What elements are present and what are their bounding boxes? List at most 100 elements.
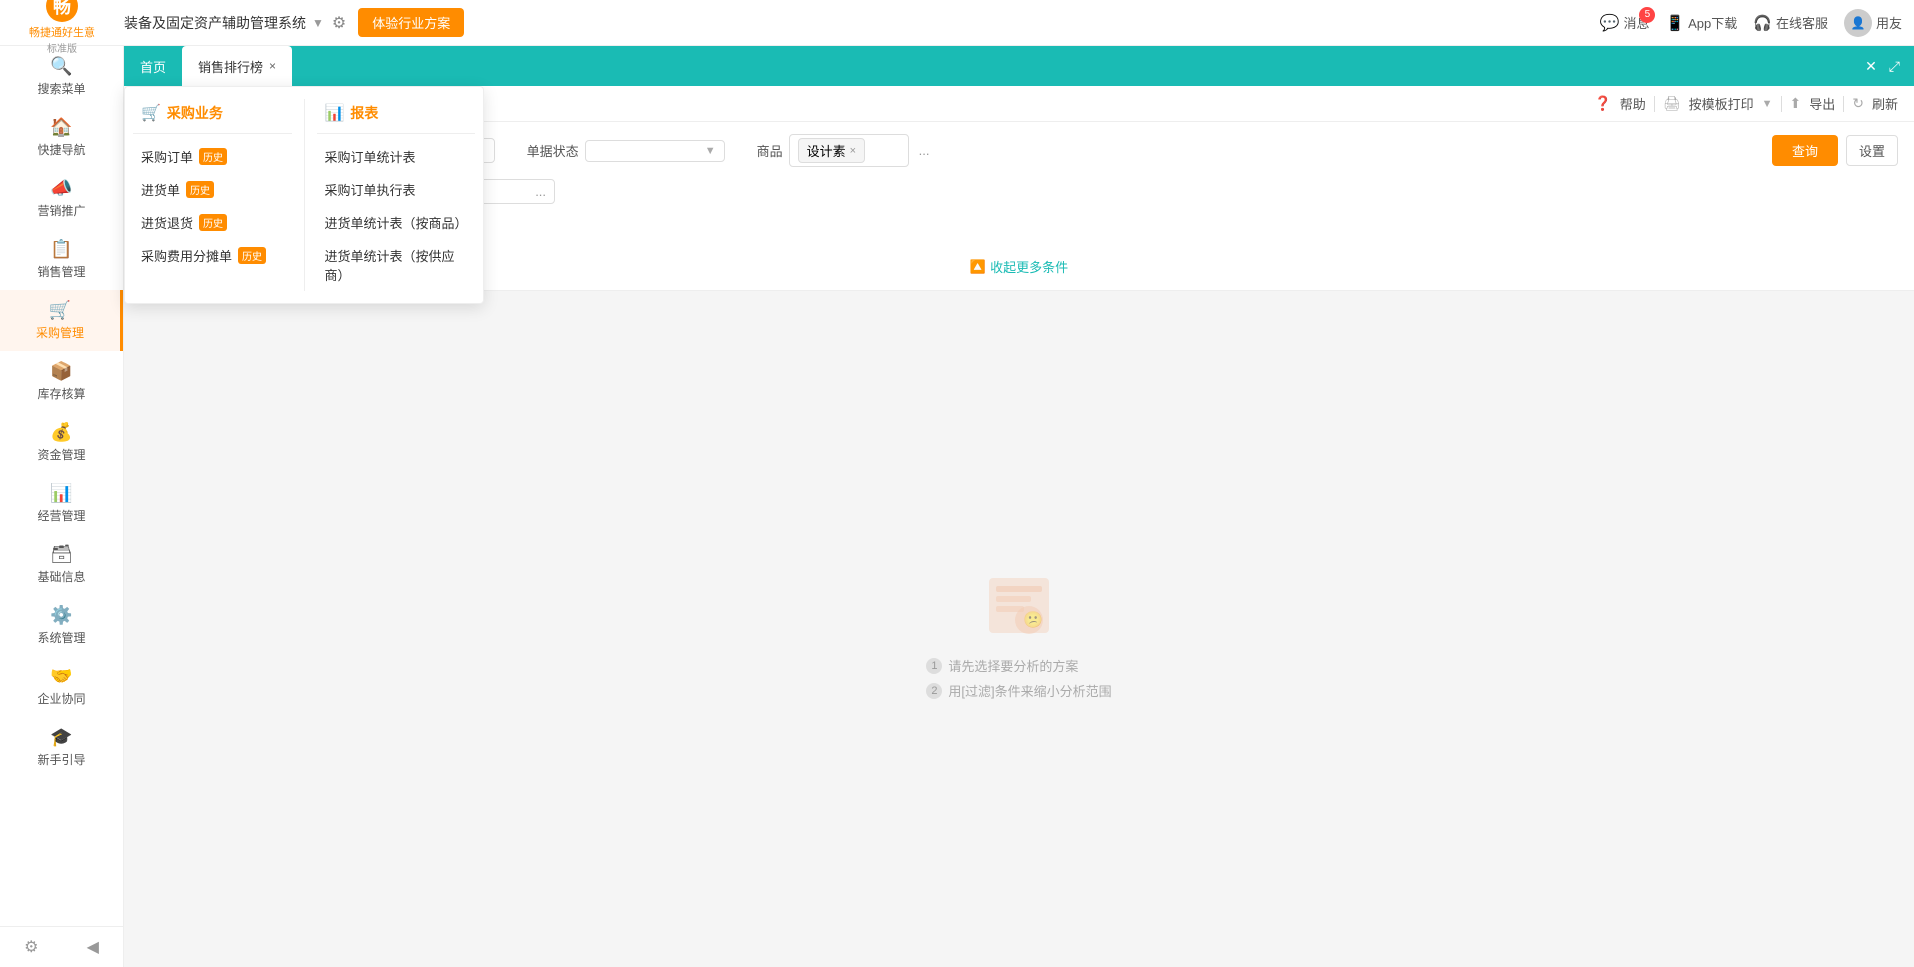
tab-expand-icon[interactable]: ⤢ [1883, 58, 1906, 75]
sidebar-label-enterprise: 企业协同 [37, 690, 85, 707]
toolbar-sep2 [1781, 96, 1782, 112]
sidebar-item-finance[interactable]: 💰 资金管理 [0, 412, 123, 473]
goods-label: 商品 [757, 141, 783, 160]
date-shortcut-7days[interactable]: 近7天 [172, 141, 205, 161]
date-separator: - [389, 143, 393, 158]
goods-filter-tags[interactable]: 设计素 × [789, 134, 909, 167]
message-badge: 5 [1639, 7, 1655, 23]
enterprise-icon: 🤝 [50, 666, 72, 687]
sidebar-label-operations: 经营管理 [37, 507, 85, 524]
finance-icon: 💰 [50, 422, 72, 443]
sidebar-collapse-icon[interactable]: ◀ [87, 937, 99, 957]
doc-status-arrow: ▼ [705, 145, 716, 157]
doc-status-select[interactable]: ▼ [585, 140, 725, 162]
salesperson-label: 业务员 [370, 182, 409, 201]
collapse-icon: 🔼 [970, 259, 986, 275]
purchase-icon: 🛒 [49, 300, 71, 321]
goods-filter-group: 商品 设计素 × ... [757, 134, 930, 167]
online-service-btn[interactable]: 🎧 在线客服 [1753, 13, 1828, 32]
goods-ellipsis[interactable]: ... [919, 143, 930, 158]
salesperson-ellipsis[interactable]: ... [535, 184, 546, 199]
collapse-row: 🔼 收起更多条件 [140, 251, 1898, 278]
industry-btn[interactable]: 体验行业方案 [358, 8, 464, 37]
search-icon: 🔍 [50, 56, 72, 77]
sidebar-label-finance: 资金管理 [37, 446, 85, 463]
sidebar-item-basic-info[interactable]: 🗃 基础信息 [0, 534, 123, 595]
empty-tip-1: 1 请先选择要分析的方案 [926, 656, 1111, 675]
goods-tag-label: 设计素 [807, 141, 846, 160]
sidebar-label-sales: 销售管理 [37, 263, 85, 280]
doc-status-label: 单据状态 [527, 141, 579, 160]
date-shortcut-custom[interactable]: 自定义 [243, 141, 282, 160]
date-to-input[interactable] [400, 138, 495, 163]
content-area: 首页 销售排行榜 × ✕ ⤢ ❓ 帮助 🖨 按模板打印 [124, 46, 1914, 967]
sidebar-item-operations[interactable]: 📊 经营管理 [0, 473, 123, 534]
sidebar-item-system[interactable]: ⚙️ 系统管理 [0, 595, 123, 656]
print-arrow[interactable]: ▼ [1762, 98, 1773, 110]
goods-tag-1: 设计素 × [798, 138, 865, 163]
messages-btn[interactable]: 💬 消息 5 [1600, 13, 1650, 33]
phone-icon: 📱 [1665, 14, 1684, 32]
query-btn[interactable]: 查询 [1772, 135, 1838, 166]
system-icon: ⚙️ [50, 605, 72, 626]
collapse-btn[interactable]: 🔼 收起更多条件 [970, 257, 1068, 276]
filter-row-2: 排名项目 金额 ▼ 业务员 ... [140, 177, 1898, 206]
title-dropdown-arrow[interactable]: ▼ [312, 16, 324, 30]
sidebar-label-marketing: 营销推广 [37, 202, 85, 219]
tab-close-all-icon[interactable]: ✕ [1859, 58, 1883, 75]
tab-bar: 首页 销售排行榜 × ✕ ⤢ [124, 46, 1914, 86]
sidebar-item-quick-nav[interactable]: 🏠 快捷导航 [0, 107, 123, 168]
sidebar-item-marketing[interactable]: 📣 营销推广 [0, 168, 123, 229]
main-area: 🔍 搜索菜单 🏠 快捷导航 📣 营销推广 📋 销售管理 🛒 采购管理 📦 [0, 46, 1914, 967]
message-icon: 💬 [1600, 13, 1620, 33]
help-btn[interactable]: 帮助 [1620, 94, 1646, 113]
top-bar: 畅 畅捷通好生意 标准版 装备及固定资产辅助管理系统 ▼ ⚙ 体验行业方案 💬 … [0, 0, 1914, 46]
sidebar-item-enterprise[interactable]: 🤝 企业协同 [0, 656, 123, 717]
sidebar-item-search[interactable]: 🔍 搜索菜单 [0, 46, 123, 107]
print-template-btn[interactable]: 按模板打印 [1689, 94, 1754, 113]
date-shortcut-more[interactable]: 更多 [211, 141, 237, 160]
sidebar-settings-icon[interactable]: ⚙ [24, 937, 38, 957]
settings-btn-filter[interactable]: 设置 [1846, 135, 1898, 166]
ranking-filter-group: 排名项目 金额 ▼ [140, 177, 338, 206]
top-right: 💬 消息 5 📱 App下载 🎧 在线客服 👤 用友 [1600, 9, 1902, 37]
tab-close-icon[interactable]: × [269, 59, 276, 73]
user-label: 用友 [1876, 13, 1902, 32]
date-label: 日期 [140, 141, 166, 160]
customer-select[interactable]: ... [172, 216, 312, 241]
customer-filter-group: 客户 ... [140, 216, 312, 241]
salesperson-filter-group: 业务员 ... [370, 179, 555, 204]
headset-icon: 🎧 [1753, 14, 1772, 32]
refresh-btn[interactable]: 刷新 [1872, 94, 1898, 113]
filter-row-3: 客户 ... [140, 216, 1898, 241]
empty-state: 😕 1 请先选择要分析的方案 2 用[过滤]条件来缩小分析范围 [124, 291, 1914, 967]
settings-gear-icon[interactable]: ⚙ [332, 13, 346, 33]
sidebar-item-inventory[interactable]: 📦 库存核算 [0, 351, 123, 412]
user-avatar: 👤 [1844, 9, 1872, 37]
empty-state-icon: 😕 [974, 558, 1064, 648]
ranking-value: 金额 [207, 182, 314, 201]
export-btn[interactable]: 导出 [1809, 94, 1835, 113]
tab-sales-rank[interactable]: 销售排行榜 × [182, 46, 292, 86]
ranking-select[interactable]: 金额 ▼ [198, 177, 338, 206]
user-menu-btn[interactable]: 👤 用友 [1844, 9, 1902, 37]
help-icon: ❓ [1594, 95, 1611, 112]
app-download-btn[interactable]: 📱 App下载 [1665, 13, 1737, 32]
filter-area: 日期 近7天 更多 自定义 - 单据状态 ▼ [124, 122, 1914, 291]
logo-sub: 标准版 [47, 40, 77, 55]
empty-tip-2: 2 用[过滤]条件来缩小分析范围 [926, 681, 1111, 700]
sidebar-item-purchase[interactable]: 🛒 采购管理 [0, 290, 123, 351]
filter-row-1: 日期 近7天 更多 自定义 - 单据状态 ▼ [140, 134, 1898, 167]
salesperson-select[interactable]: ... [415, 179, 555, 204]
sidebar-item-guide[interactable]: 🎓 新手引导 [0, 717, 123, 778]
tab-sales-rank-label: 销售排行榜 [198, 57, 263, 76]
tab-home[interactable]: 首页 [124, 46, 182, 86]
collapse-label: 收起更多条件 [990, 257, 1068, 276]
sidebar-item-sales[interactable]: 📋 销售管理 [0, 229, 123, 290]
date-from-input[interactable] [288, 138, 383, 163]
goods-tag-close[interactable]: × [850, 145, 856, 157]
svg-text:😕: 😕 [1023, 611, 1043, 629]
empty-tip-1-label: 请先选择要分析的方案 [948, 656, 1078, 675]
customer-ellipsis[interactable]: ... [292, 221, 303, 236]
marketing-icon: 📣 [50, 178, 72, 199]
